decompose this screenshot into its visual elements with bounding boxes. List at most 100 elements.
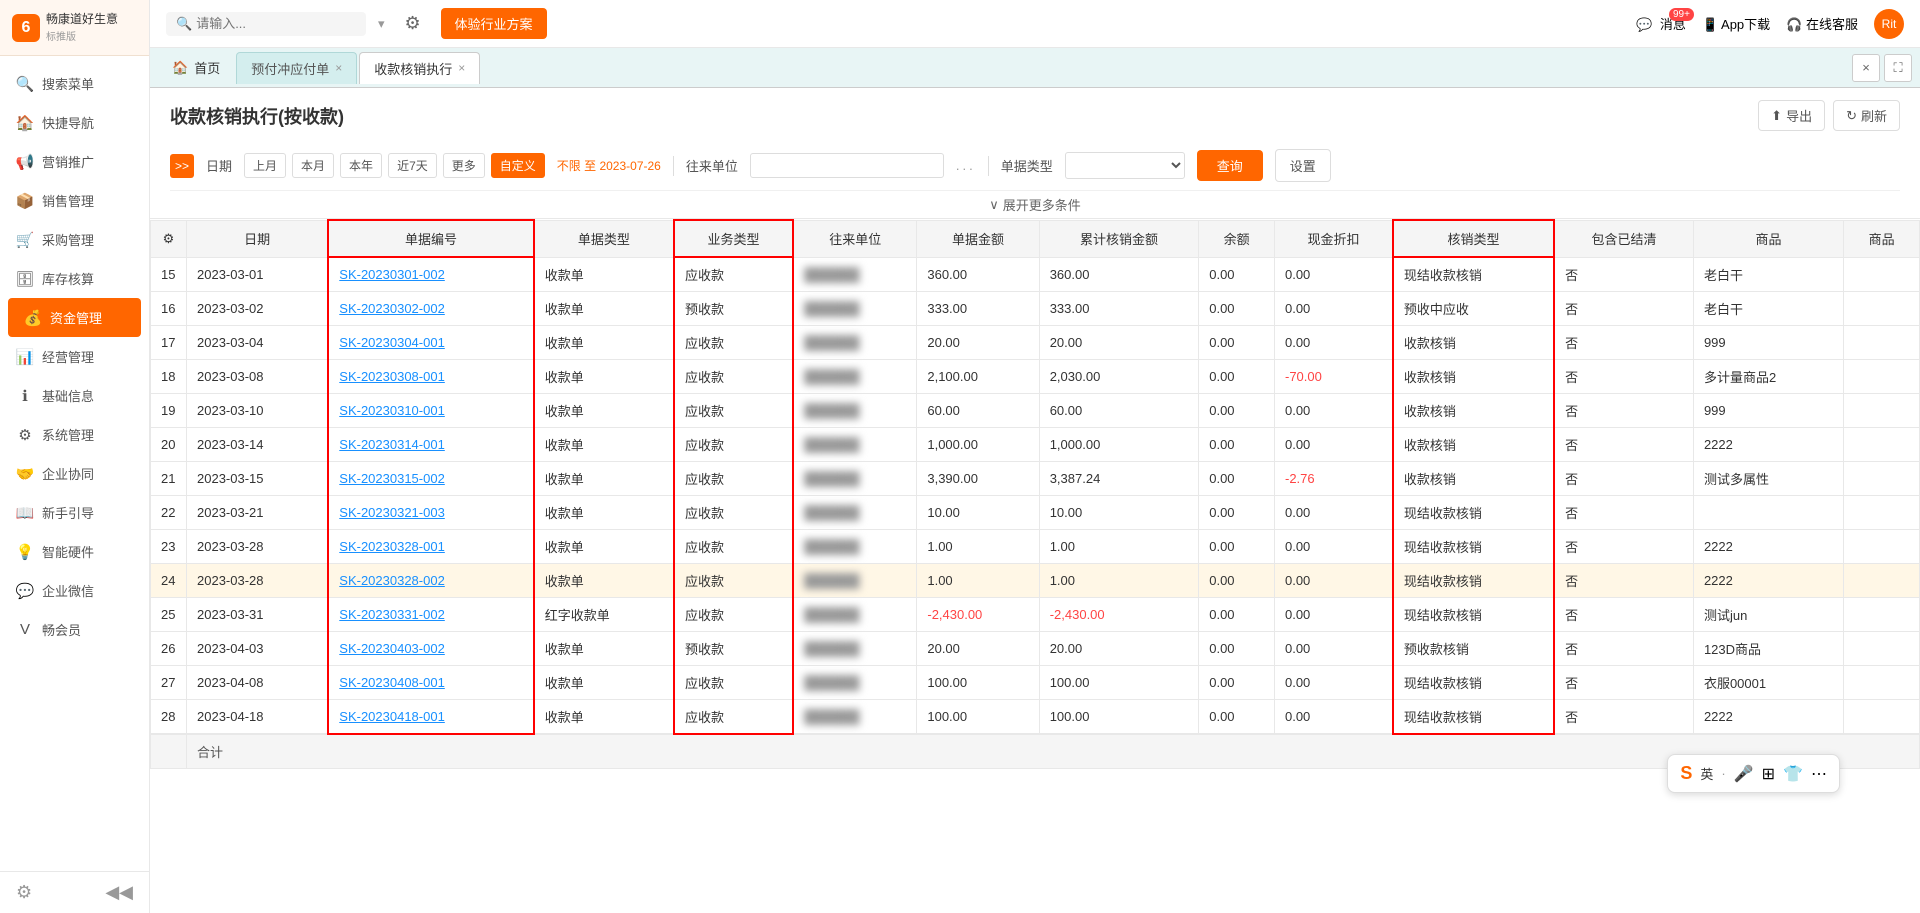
date-prev-month[interactable]: 上月 xyxy=(244,153,286,178)
sougou-more-icon[interactable]: ⋯ xyxy=(1811,764,1827,784)
code-link[interactable]: SK-20230408-001 xyxy=(339,675,445,690)
cell-settled: 否 xyxy=(1554,428,1693,462)
cell-biz-type: 预收款 xyxy=(674,292,793,326)
app-download-button[interactable]: 📱 App下载 xyxy=(1702,14,1770,33)
cell-product1: 2222 xyxy=(1693,700,1843,735)
gear-button[interactable]: ⚙ xyxy=(397,8,429,40)
sidebar-item-finance[interactable]: 💰资金管理 xyxy=(8,298,141,337)
code-link[interactable]: SK-20230321-003 xyxy=(339,505,445,520)
code-link[interactable]: SK-20230331-002 xyxy=(339,607,445,622)
settings-icon[interactable]: ⚙ xyxy=(16,882,32,903)
message-button[interactable]: 💬 99+ 消息 xyxy=(1636,14,1686,33)
sidebar-item-member[interactable]: V畅会员 xyxy=(0,610,149,649)
sougou-toolbar: S 英 · 🎤 ⊞ 👕 ⋯ xyxy=(1667,754,1840,793)
code-link[interactable]: SK-20230302-002 xyxy=(339,301,445,316)
query-button[interactable]: 查询 xyxy=(1197,150,1263,181)
wechat-icon: 💬 xyxy=(16,582,34,600)
cell-product2 xyxy=(1844,496,1920,530)
cell-discount: -70.00 xyxy=(1274,360,1392,394)
table-container[interactable]: ⚙ 日期 单据编号 单据类型 业务类型 往来单位 单据金额 累计核销金额 余额 … xyxy=(150,219,1920,913)
sidebar-item-purchase[interactable]: 🛒采购管理 xyxy=(0,220,149,259)
voucher-type-select[interactable] xyxy=(1065,152,1185,179)
cell-code: SK-20230321-003 xyxy=(328,496,533,530)
date-7days[interactable]: 近7天 xyxy=(388,153,437,178)
sidebar-item-hardware[interactable]: 💡智能硬件 xyxy=(0,532,149,571)
setting-button[interactable]: 设置 xyxy=(1275,149,1331,182)
sidebar-item-marketing[interactable]: 📢营销推广 xyxy=(0,142,149,181)
client-filter-input[interactable] xyxy=(750,153,944,178)
code-link[interactable]: SK-20230328-001 xyxy=(339,539,445,554)
sidebar-label-wechat: 企业微信 xyxy=(42,581,94,600)
code-link[interactable]: SK-20230314-001 xyxy=(339,437,445,452)
cell-amount: 360.00 xyxy=(917,257,1039,292)
sidebar-item-search[interactable]: 🔍搜索菜单 xyxy=(0,64,149,103)
code-link[interactable]: SK-20230308-001 xyxy=(339,369,445,384)
cell-amount: 20.00 xyxy=(917,632,1039,666)
code-link[interactable]: SK-20230403-002 xyxy=(339,641,445,656)
cell-product1: 老白干 xyxy=(1693,292,1843,326)
cell-code: SK-20230328-001 xyxy=(328,530,533,564)
cell-code: SK-20230315-002 xyxy=(328,462,533,496)
cell-date: 2023-03-02 xyxy=(187,292,329,326)
date-custom[interactable]: 自定义 xyxy=(491,153,545,178)
cell-balance: 0.00 xyxy=(1199,292,1275,326)
cell-discount: 0.00 xyxy=(1274,700,1392,735)
sougou-grid-icon[interactable]: ⊞ xyxy=(1762,764,1775,784)
date-this-month[interactable]: 本月 xyxy=(292,153,334,178)
sougou-mic-icon[interactable]: 🎤 xyxy=(1734,764,1754,784)
date-this-year[interactable]: 本年 xyxy=(340,153,382,178)
export-button[interactable]: ⬆ 导出 xyxy=(1758,100,1825,131)
sidebar-item-system[interactable]: ⚙系统管理 xyxy=(0,415,149,454)
online-service-button[interactable]: 🎧 在线客服 xyxy=(1786,14,1858,33)
code-link[interactable]: SK-20230315-002 xyxy=(339,471,445,486)
search-icon: 🔍 xyxy=(16,75,34,93)
sidebar-item-newguide[interactable]: 📖新手引导 xyxy=(0,493,149,532)
sidebar-item-corp[interactable]: 🤝企业协同 xyxy=(0,454,149,493)
expand-more-button[interactable]: ∨ 展开更多条件 xyxy=(989,195,1081,214)
expand-more-row: ∨ 展开更多条件 xyxy=(170,190,1900,218)
cell-code: SK-20230304-001 xyxy=(328,326,533,360)
sidebar-item-sales[interactable]: 📦销售管理 xyxy=(0,181,149,220)
tab-close-all-button[interactable]: × xyxy=(1852,54,1880,82)
col-settings[interactable]: ⚙ xyxy=(151,220,187,257)
chevron-down-icon: ∨ xyxy=(989,197,999,213)
sidebar-item-operation[interactable]: 📊经营管理 xyxy=(0,337,149,376)
user-avatar[interactable]: Rit xyxy=(1874,9,1904,39)
cell-acc-amount: 3,387.24 xyxy=(1039,462,1199,496)
date-more[interactable]: 更多 xyxy=(443,153,485,178)
tab-collection[interactable]: 收款核销执行 × xyxy=(359,52,480,84)
sidebar-label-corp: 企业协同 xyxy=(42,464,94,483)
collapse-icon[interactable]: ◀◀ xyxy=(105,882,133,903)
code-link[interactable]: SK-20230328-002 xyxy=(339,573,445,588)
cell-acc-amount: -2,430.00 xyxy=(1039,598,1199,632)
sougou-shirt-icon[interactable]: 👕 xyxy=(1783,764,1803,784)
filter-expand-button[interactable]: >> xyxy=(170,154,194,178)
refresh-button[interactable]: ↻ 刷新 xyxy=(1833,100,1900,131)
industry-button[interactable]: 体验行业方案 xyxy=(441,8,547,39)
tab-home[interactable]: 🏠 首页 xyxy=(158,52,234,83)
tab-payable-close[interactable]: × xyxy=(335,61,342,75)
tab-payable[interactable]: 预付冲应付单 × xyxy=(236,52,357,84)
code-link[interactable]: SK-20230418-001 xyxy=(339,709,445,724)
cell-balance: 0.00 xyxy=(1199,462,1275,496)
cell-code: SK-20230308-001 xyxy=(328,360,533,394)
code-link[interactable]: SK-20230304-001 xyxy=(339,335,445,350)
sidebar-item-basic[interactable]: ℹ基础信息 xyxy=(0,376,149,415)
cell-product1: 999 xyxy=(1693,326,1843,360)
search-input[interactable] xyxy=(196,16,356,31)
code-link[interactable]: SK-20230301-002 xyxy=(339,267,445,282)
cell-date: 2023-03-10 xyxy=(187,394,329,428)
client-filter-label: 往来单位 xyxy=(686,156,738,175)
code-link[interactable]: SK-20230310-001 xyxy=(339,403,445,418)
tab-collection-close[interactable]: × xyxy=(458,61,465,75)
sidebar-item-inventory[interactable]: 🗄库存核算 xyxy=(0,259,149,298)
cell-cancel-type: 现结收款核销 xyxy=(1393,564,1554,598)
cell-voucher-type: 红字收款单 xyxy=(534,598,674,632)
cell-code: SK-20230328-002 xyxy=(328,564,533,598)
sidebar-item-quicknav[interactable]: 🏠快捷导航 xyxy=(0,103,149,142)
tab-maximize-button[interactable]: ⛶ xyxy=(1884,54,1912,82)
cell-biz-type: 应收款 xyxy=(674,394,793,428)
sidebar-item-wechat[interactable]: 💬 企业微信 xyxy=(0,571,149,610)
table-row: 25 2023-03-31 SK-20230331-002 红字收款单 应收款 … xyxy=(151,598,1920,632)
tabbar-controls: × ⛶ xyxy=(1852,54,1912,82)
